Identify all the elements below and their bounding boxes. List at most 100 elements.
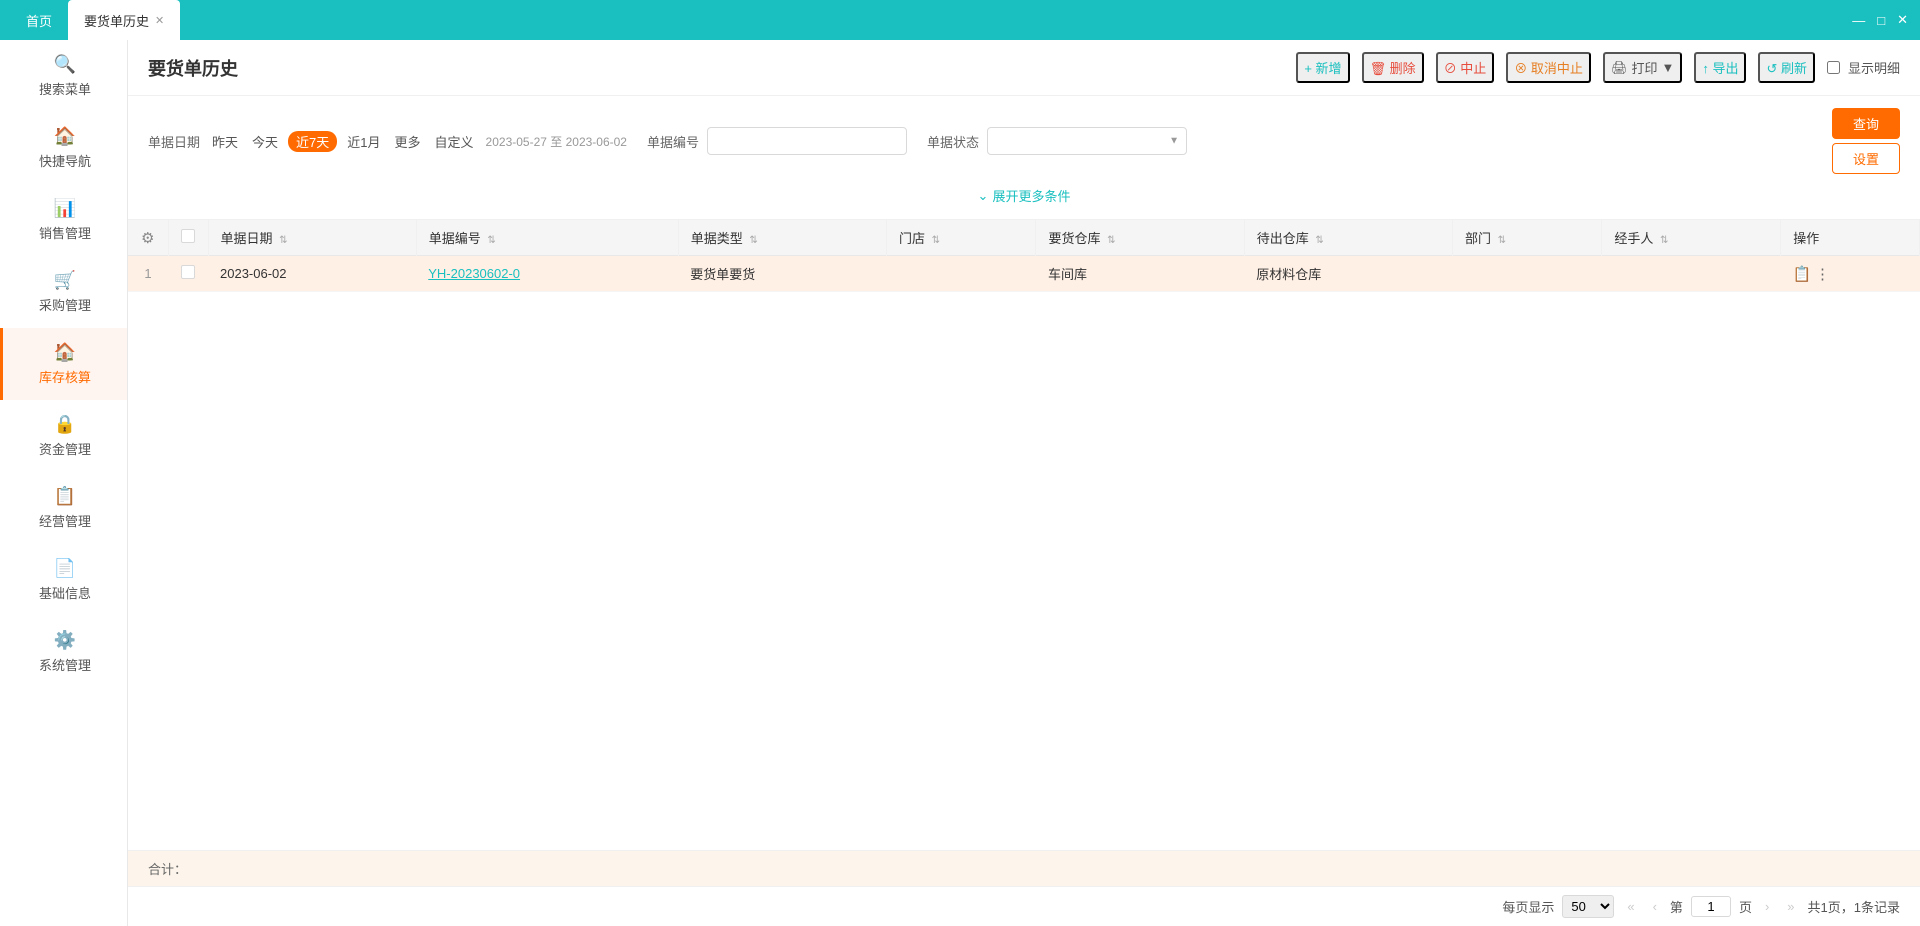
page-number-input[interactable] [1691, 896, 1731, 917]
sidebar-item-quick[interactable]: 🏠 快捷导航 [0, 112, 127, 184]
table-row: 1 2023-06-02 YH-20230602-0 要货单要货 车间库 原材料… [128, 256, 1920, 292]
col-req-warehouse[interactable]: 要货仓库 ⇅ [1036, 220, 1244, 256]
cancel-stop-button[interactable]: ⊗ 取消中止 [1506, 52, 1591, 83]
col-date-label: 单据日期 [221, 231, 273, 246]
tab-history-close-icon[interactable]: ✕ [155, 14, 164, 27]
col-handler-sort-icon: ⇅ [1660, 235, 1668, 246]
row-doctype: 要货单要货 [678, 256, 886, 292]
col-settings[interactable]: ⚙ [128, 220, 168, 256]
expand-more[interactable]: ⌄ 展开更多条件 [148, 184, 1900, 207]
status-select[interactable] [987, 127, 1187, 155]
sidebar-item-search[interactable]: 🔍 搜索菜单 [0, 40, 127, 112]
status-select-wrapper [987, 127, 1187, 155]
tab-history[interactable]: 要货单历史 ✕ [68, 0, 180, 40]
show-detail-checkbox[interactable] [1827, 61, 1840, 74]
page-title: 要货单历史 [148, 55, 238, 81]
row-date: 2023-06-02 [208, 256, 416, 292]
refresh-button[interactable]: ↺ 刷新 [1758, 52, 1815, 83]
col-date[interactable]: 单据日期 ⇅ [208, 220, 416, 256]
toolbar: + 新增 🗑 删除 ⊘ 中止 ⊗ 取消中止 🖨 打印 ▼ ↑ 导出 ↺ 刷新 显… [1296, 52, 1900, 83]
row-checkbox[interactable] [168, 256, 208, 292]
table-settings-icon[interactable]: ⚙ [141, 230, 154, 247]
page-word-before: 第 [1670, 897, 1683, 916]
date-option-custom[interactable]: 自定义 [431, 131, 478, 152]
row-pending-warehouse: 原材料仓库 [1244, 256, 1452, 292]
col-pending-warehouse-sort-icon: ⇅ [1315, 235, 1323, 246]
sidebar-item-inventory[interactable]: 🏠 库存核算 [0, 328, 127, 400]
delete-button[interactable]: 🗑 删除 [1362, 52, 1424, 83]
col-dept[interactable]: 部门 ⇅ [1452, 220, 1601, 256]
page-size-select[interactable]: 50 100 200 [1562, 895, 1614, 918]
select-all-checkbox[interactable] [181, 229, 195, 243]
total-label: 合计： [148, 862, 187, 877]
date-filter-label: 单据日期 [148, 132, 200, 151]
col-doctype-sort-icon: ⇅ [749, 235, 757, 246]
col-doctype-label: 单据类型 [691, 231, 743, 246]
next-page-btn[interactable]: › [1760, 897, 1774, 916]
col-op: 操作 [1781, 220, 1920, 256]
date-option-1month[interactable]: 近1月 [343, 131, 384, 152]
setting-button[interactable]: 设置 [1832, 143, 1900, 174]
purchase-icon: 🛒 [54, 270, 76, 291]
docno-input[interactable] [707, 127, 907, 155]
date-option-more[interactable]: 更多 [391, 131, 425, 152]
table-header-row: ⚙ 单据日期 ⇅ 单据编号 ⇅ [128, 220, 1920, 256]
sidebar-item-inventory-label: 库存核算 [39, 367, 91, 386]
sidebar-item-sales[interactable]: 📊 销售管理 [0, 184, 127, 256]
col-store-label: 门店 [899, 231, 925, 246]
chevron-down-icon: ⌄ [978, 188, 989, 204]
row-index: 1 [128, 256, 168, 292]
minimize-icon[interactable]: — [1852, 13, 1865, 28]
col-handler[interactable]: 经手人 ⇅ [1602, 220, 1781, 256]
sidebar-item-basic-label: 基础信息 [39, 583, 91, 602]
system-icon: ⚙️ [54, 630, 76, 651]
close-window-icon[interactable]: ✕ [1897, 12, 1908, 28]
date-options: 昨天 今天 近7天 近1月 更多 自定义 [208, 131, 478, 152]
last-page-btn[interactable]: » [1782, 897, 1799, 916]
date-option-yesterday[interactable]: 昨天 [208, 131, 242, 152]
row-more-icon[interactable]: ⋮ [1815, 266, 1830, 283]
sidebar-item-operation[interactable]: 📋 经营管理 [0, 472, 127, 544]
col-doctype[interactable]: 单据类型 ⇅ [678, 220, 886, 256]
new-button[interactable]: + 新增 [1296, 52, 1349, 83]
col-pending-warehouse[interactable]: 待出仓库 ⇅ [1244, 220, 1452, 256]
tab-home-label: 首页 [26, 11, 52, 30]
stop-button[interactable]: ⊘ 中止 [1436, 52, 1495, 83]
home-icon: 🏠 [54, 126, 76, 147]
sidebar-item-system[interactable]: ⚙️ 系统管理 [0, 616, 127, 688]
row-store [887, 256, 1036, 292]
show-detail-checkbox-label[interactable]: 显示明细 [1827, 58, 1900, 77]
sidebar-item-finance[interactable]: 🔒 资金管理 [0, 400, 127, 472]
table-container: ⚙ 单据日期 ⇅ 单据编号 ⇅ [128, 220, 1920, 850]
prev-page-btn[interactable]: ‹ [1648, 897, 1662, 916]
sidebar-item-basic[interactable]: 📄 基础信息 [0, 544, 127, 616]
col-checkbox[interactable] [168, 220, 208, 256]
print-button[interactable]: 🖨 打印 ▼ [1603, 52, 1682, 83]
row-docno[interactable]: YH-20230602-0 [416, 256, 678, 292]
sidebar-item-purchase[interactable]: 🛒 采购管理 [0, 256, 127, 328]
sidebar-item-search-label: 搜索菜单 [39, 79, 91, 98]
sidebar-item-finance-label: 资金管理 [39, 439, 91, 458]
col-docno[interactable]: 单据编号 ⇅ [416, 220, 678, 256]
docno-label: 单据编号 [647, 132, 699, 151]
col-date-sort-icon: ⇅ [279, 235, 287, 246]
finance-icon: 🔒 [54, 414, 76, 435]
date-option-today[interactable]: 今天 [248, 131, 282, 152]
maximize-icon[interactable]: □ [1877, 13, 1885, 28]
export-button[interactable]: ↑ 导出 [1694, 52, 1746, 83]
tab-home[interactable]: 首页 [10, 0, 68, 40]
tab-history-label: 要货单历史 [84, 11, 149, 30]
operation-icon: 📋 [54, 486, 76, 507]
query-button[interactable]: 查询 [1832, 108, 1900, 139]
col-store[interactable]: 门店 ⇅ [887, 220, 1036, 256]
page-header: 要货单历史 + 新增 🗑 删除 ⊘ 中止 ⊗ 取消中止 🖨 打印 ▼ ↑ 导出 … [128, 40, 1920, 96]
row-edit-icon[interactable]: 📋 [1793, 266, 1812, 283]
first-page-btn[interactable]: « [1622, 897, 1639, 916]
date-option-7days[interactable]: 近7天 [288, 131, 337, 152]
row-op: 📋 ⋮ [1781, 256, 1920, 292]
filter-row-1: 单据日期 昨天 今天 近7天 近1月 更多 自定义 2023-05-27 至 2… [148, 108, 1900, 174]
table-footer: 合计： [128, 850, 1920, 886]
page-word-after: 页 [1739, 897, 1752, 916]
status-label: 单据状态 [927, 132, 979, 151]
status-filter-group: 单据状态 [927, 127, 1187, 155]
